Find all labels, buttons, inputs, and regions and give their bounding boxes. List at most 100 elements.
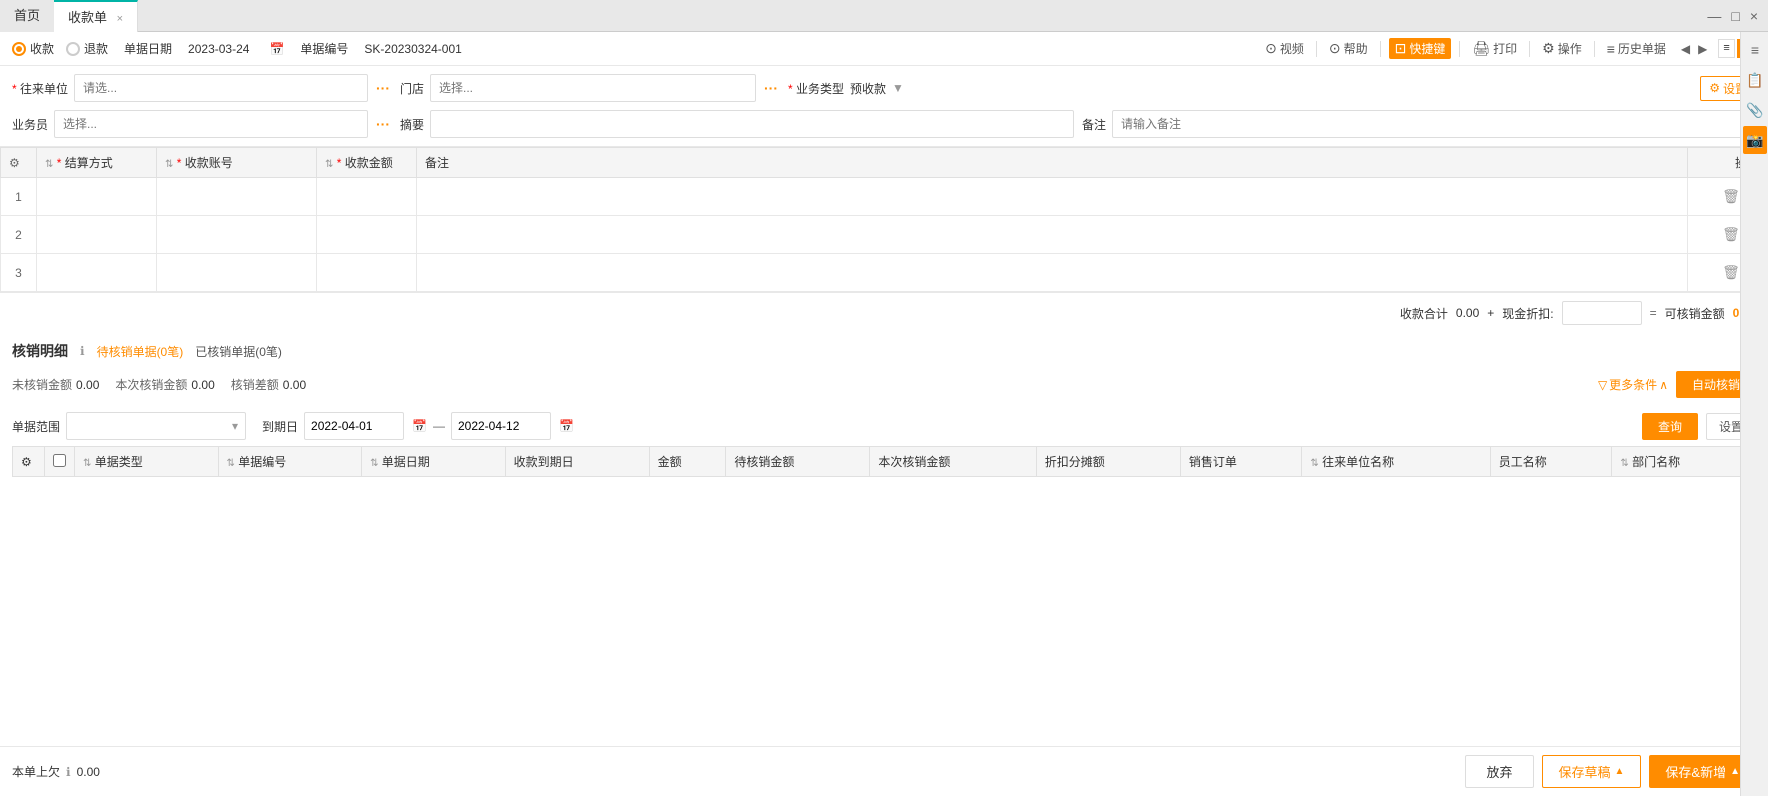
table-header-row: ⚙ ⇅ * 结算方式 ⇅ * 收款账号 ⇅ * 收款 xyxy=(1,148,1768,178)
date-to-input[interactable] xyxy=(451,412,551,440)
detail-date-col: ⇅ 单据日期 xyxy=(362,447,506,477)
row2-remark[interactable] xyxy=(417,216,1688,254)
col-remark: 备注 xyxy=(417,148,1688,178)
receipt-table: ⚙ ⇅ * 结算方式 ⇅ * 收款账号 ⇅ * 收款 xyxy=(0,147,1768,292)
from-unit-more-btn[interactable]: ··· xyxy=(374,80,392,96)
store-more-btn[interactable]: ··· xyxy=(762,80,780,96)
summary-label: 摘要 xyxy=(400,116,424,133)
done-tab[interactable]: 已核销单据(0笔) xyxy=(195,343,282,360)
tab-receipt[interactable]: 收款单 × xyxy=(54,0,138,32)
row3-account[interactable] xyxy=(157,254,317,292)
operation-btn[interactable]: ⚙ 操作 xyxy=(1538,38,1586,59)
row2-amount[interactable] xyxy=(317,216,417,254)
from-unit-input[interactable] xyxy=(74,74,368,102)
nav-next[interactable]: ▶ xyxy=(1695,41,1710,57)
summary-input[interactable] xyxy=(430,110,1074,138)
operation-icon: ⚙ xyxy=(1542,40,1555,57)
shortcut-icon: ⊡ xyxy=(1395,40,1407,57)
window-controls: — □ × xyxy=(1707,8,1768,24)
store-input[interactable] xyxy=(430,74,756,102)
help-btn[interactable]: ⊙ 帮助 xyxy=(1325,38,1372,59)
row3-remark[interactable] xyxy=(417,254,1688,292)
col-settlement: ⇅ * 结算方式 xyxy=(37,148,157,178)
detail-gear-icon[interactable]: ⚙ xyxy=(21,455,32,469)
discount-label: 现金折扣: xyxy=(1502,305,1553,322)
close-btn[interactable]: × xyxy=(1750,8,1758,24)
sidebar-icon-3[interactable]: 📎 xyxy=(1743,96,1767,124)
plus-sign: + xyxy=(1487,306,1494,320)
detail-settings-col[interactable]: ⚙ xyxy=(13,447,45,477)
detail-current-col: 本次核销金额 xyxy=(870,447,1036,477)
staff-input[interactable] xyxy=(54,110,368,138)
save-draft-arrow: ▲ xyxy=(1615,766,1625,777)
row2-delete-btn[interactable]: 🗑 xyxy=(1722,226,1740,242)
row1-amount[interactable] xyxy=(317,178,417,216)
nav-prev[interactable]: ◀ xyxy=(1678,41,1693,57)
row3-amount[interactable] xyxy=(317,254,417,292)
divider4 xyxy=(1529,41,1530,57)
right-sidebar: ≡ 📋 📎 📸 xyxy=(1740,32,1768,796)
remark-label: 备注 xyxy=(1082,116,1106,133)
abandon-btn[interactable]: 放弃 xyxy=(1465,755,1533,788)
doc-range-select-wrapper: ▾ xyxy=(66,412,246,440)
radio-receipt-dot xyxy=(12,42,26,56)
business-type-value: 预收款 xyxy=(850,80,886,97)
row1-delete-btn[interactable]: 🗑 xyxy=(1722,188,1740,204)
table-section: ⚙ ⇅ * 结算方式 ⇅ * 收款账号 ⇅ * 收款 xyxy=(0,147,1768,292)
date-to-calendar-icon[interactable]: 📅 xyxy=(559,419,574,433)
save-draft-btn[interactable]: 保存草稿 ▲ xyxy=(1542,755,1642,788)
page-up-info-icon[interactable]: ℹ xyxy=(66,765,71,779)
tab-home[interactable]: 首页 xyxy=(0,0,54,32)
detail-staff-col: 员工名称 xyxy=(1490,447,1612,477)
view-list[interactable]: ≡ xyxy=(1718,39,1734,58)
detail-type-col: ⇅ 单据类型 xyxy=(75,447,219,477)
due-date-label: 到期日 xyxy=(262,418,298,435)
minimize-btn[interactable]: — xyxy=(1707,8,1721,24)
radio-receipt[interactable]: 收款 xyxy=(12,40,54,57)
unwritten-stat: 未核销金额 0.00 xyxy=(12,376,99,393)
discount-input[interactable] xyxy=(1562,301,1642,325)
detail-dept-col: ⇅ 部门名称 xyxy=(1612,447,1756,477)
writeoff-info-icon[interactable]: ℹ xyxy=(80,344,85,358)
table-row: 1 🗑 ⊕ xyxy=(1,178,1768,216)
business-type-chevron[interactable]: ▼ xyxy=(892,81,904,95)
summary-row: 收款合计 0.00 + 现金折扣: = 可核销金额 0.00 xyxy=(0,292,1768,333)
row1-settlement[interactable] xyxy=(37,178,157,216)
main-content: 收款 退款 单据日期 2023-03-24 📅 单据编号 SK-20230324… xyxy=(0,32,1768,796)
date-from-input[interactable] xyxy=(304,412,404,440)
table-gear-icon[interactable]: ⚙ xyxy=(9,156,20,170)
tab-close-icon[interactable]: × xyxy=(117,13,123,25)
row1-remark[interactable] xyxy=(417,178,1688,216)
writeoff-stats: 未核销金额 0.00 本次核销金额 0.00 核销差额 0.00 ▽ 更多条件 … xyxy=(12,367,1756,406)
row3-delete-btn[interactable]: 🗑 xyxy=(1722,264,1740,280)
sidebar-icon-4[interactable]: 📸 xyxy=(1743,126,1767,154)
history-btn[interactable]: ≡ 历史单据 xyxy=(1603,38,1670,59)
print-btn[interactable]: 🖨 打印 xyxy=(1468,38,1521,59)
sidebar-icon-1[interactable]: ≡ xyxy=(1743,36,1767,64)
row1-account[interactable] xyxy=(157,178,317,216)
detail-select-all[interactable] xyxy=(53,454,66,467)
sidebar-icon-2[interactable]: 📋 xyxy=(1743,66,1767,94)
divider5 xyxy=(1594,41,1595,57)
doc-range-label: 单据范围 xyxy=(12,418,60,435)
video-btn[interactable]: ⊙ 视频 xyxy=(1261,38,1308,59)
radio-refund[interactable]: 退款 xyxy=(66,40,108,57)
pending-tab[interactable]: 待核销单据(0笔) xyxy=(97,343,184,360)
date-from-calendar-icon[interactable]: 📅 xyxy=(412,419,427,433)
settings-gear-icon: ⚙ xyxy=(1709,81,1720,95)
detail-checkbox-col[interactable] xyxy=(45,447,75,477)
doc-range-select[interactable] xyxy=(66,412,246,440)
staff-more-btn[interactable]: ··· xyxy=(374,116,392,132)
more-filter-btn[interactable]: ▽ 更多条件 ∧ xyxy=(1598,376,1668,393)
row3-settlement[interactable] xyxy=(37,254,157,292)
row2-account[interactable] xyxy=(157,216,317,254)
maximize-btn[interactable]: □ xyxy=(1731,8,1739,24)
shortcut-btn[interactable]: ⊡ 快捷键 xyxy=(1389,38,1452,59)
row2-settlement[interactable] xyxy=(37,216,157,254)
remark-input[interactable] xyxy=(1112,110,1756,138)
calendar-icon[interactable]: 📅 xyxy=(269,42,284,56)
table-settings-header[interactable]: ⚙ xyxy=(1,148,37,178)
col-amount: ⇅ * 收款金额 xyxy=(317,148,417,178)
store-label: 门店 xyxy=(400,80,424,97)
query-btn[interactable]: 查询 xyxy=(1642,413,1698,440)
